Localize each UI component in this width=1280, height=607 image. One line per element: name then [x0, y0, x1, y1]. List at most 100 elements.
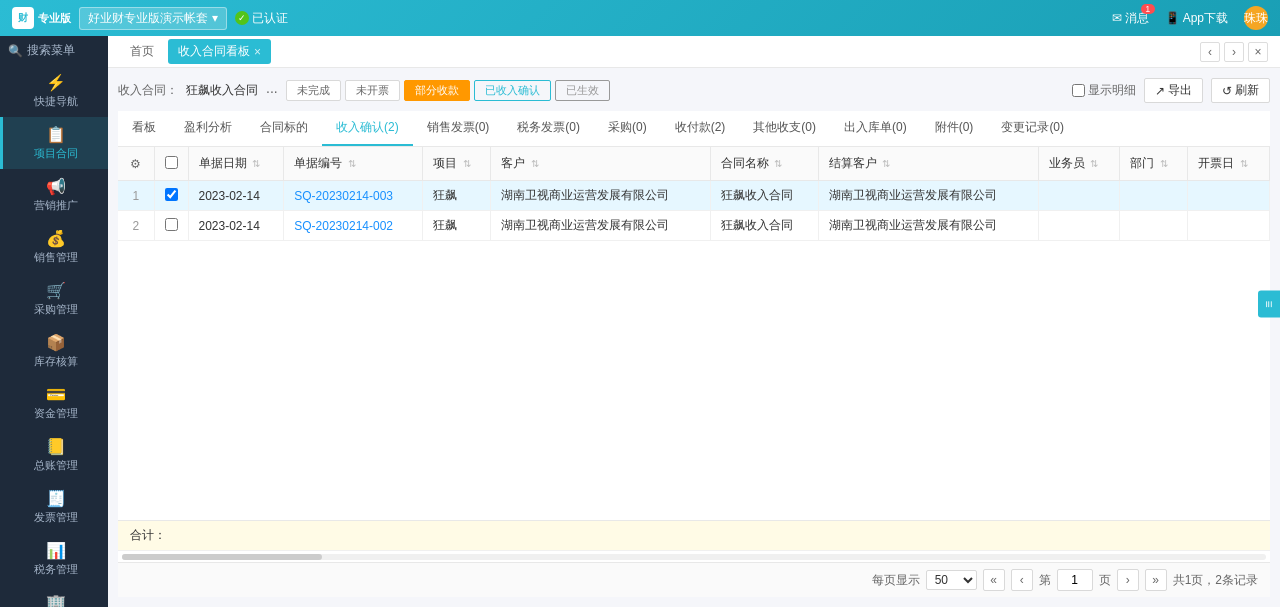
scroll-area [118, 550, 1270, 562]
sort-icon: ⇅ [1240, 158, 1248, 169]
user-avatar-button[interactable]: 珠珠 [1244, 6, 1268, 30]
tab-purchase[interactable]: 采购(0) [594, 111, 661, 146]
top-bar-right: ✉ 1 消息 📱 App下载 珠珠 [1112, 6, 1268, 30]
nav-tab-label: 收入合同看板 [178, 43, 250, 60]
tab-attachments[interactable]: 附件(0) [921, 111, 988, 146]
salesperson-cell [1038, 211, 1120, 241]
bill-no-column-header: 单据编号 ⇅ [284, 147, 423, 181]
marketing-icon: 📢 [46, 177, 66, 196]
page-number-input[interactable] [1057, 569, 1093, 591]
scroll-thumb[interactable] [122, 554, 322, 560]
nav-back-button[interactable]: ‹ [1200, 42, 1220, 62]
status-incomplete-button[interactable]: 未完成 [286, 80, 341, 101]
sales-icon: 💰 [46, 229, 66, 248]
tab-home[interactable]: 首页 [120, 39, 164, 64]
salesperson-column-header: 业务员 ⇅ [1038, 147, 1120, 181]
row-checkbox[interactable] [165, 218, 178, 231]
project-cell: 狂飙 [423, 211, 491, 241]
sidebar-item-purchase[interactable]: 🛒 采购管理 [0, 273, 108, 325]
last-page-button[interactable]: » [1145, 569, 1167, 591]
close-tab-icon[interactable]: × [254, 45, 261, 59]
chevron-down-icon: ▾ [212, 11, 218, 25]
scroll-track [122, 554, 1266, 560]
tab-profit-analysis[interactable]: 盈利分析 [170, 111, 246, 146]
tax-icon: 📊 [46, 541, 66, 560]
tab-tax-invoice[interactable]: 税务发票(0) [503, 111, 594, 146]
nav-forward-button[interactable]: › [1224, 42, 1244, 62]
data-table: ⚙ 单据日期 ⇅ 单据编号 ⇅ [118, 147, 1270, 241]
tab-kanban[interactable]: 看板 [118, 111, 170, 146]
nav-tabs-bar: 首页 收入合同看板 × ‹ › × [108, 36, 1280, 68]
sidebar-item-tax[interactable]: 📊 税务管理 [0, 533, 108, 585]
department-cell [1120, 181, 1188, 211]
total-label: 合计： [130, 527, 166, 544]
table-container: ⚙ 单据日期 ⇅ 单据编号 ⇅ [118, 147, 1270, 520]
tab-warehouse[interactable]: 出入库单(0) [830, 111, 921, 146]
sort-icon: ⇅ [252, 158, 260, 169]
status-revenue-confirmed-button[interactable]: 已收入确认 [474, 80, 551, 101]
sidebar-item-label: 营销推广 [34, 198, 78, 213]
refresh-button[interactable]: ↺ 刷新 [1211, 78, 1270, 103]
message-icon: ✉ [1112, 11, 1122, 25]
next-page-button[interactable]: › [1117, 569, 1139, 591]
gear-icon[interactable]: ⚙ [130, 157, 141, 171]
select-all-checkbox[interactable] [165, 156, 178, 169]
message-button[interactable]: ✉ 1 消息 [1112, 10, 1149, 27]
show-detail-checkbox[interactable] [1072, 84, 1085, 97]
status-uninvoiced-button[interactable]: 未开票 [345, 80, 400, 101]
top-bar: 财 专业版 好业财专业版演示帐套 ▾ 已认证 ✉ 1 消息 📱 App下载 珠珠 [0, 0, 1280, 36]
app-download-button[interactable]: 📱 App下载 [1165, 10, 1228, 27]
tab-payment[interactable]: 收付款(2) [661, 111, 740, 146]
sort-icon: ⇅ [882, 158, 890, 169]
fund-icon: 💳 [46, 385, 66, 404]
contract-title: 收入合同： 狂飙收入合同 ··· 未完成 未开票 部分收款 已收入确认 已生效 [118, 80, 610, 101]
app-logo: 财 专业版 [12, 7, 71, 29]
bill-no-link[interactable]: SQ-20230214-002 [294, 219, 393, 233]
sidebar-item-label: 资金管理 [34, 406, 78, 421]
tab-contract-subject[interactable]: 合同标的 [246, 111, 322, 146]
date-column-header: 单据日期 ⇅ [188, 147, 284, 181]
fixed-assets-icon: 🏢 [46, 593, 66, 607]
sidebar-item-general-ledger[interactable]: 📒 总账管理 [0, 429, 108, 481]
app-logo-icon: 财 [12, 7, 34, 29]
company-selector[interactable]: 好业财专业版演示帐套 ▾ [79, 7, 227, 30]
tab-other-income[interactable]: 其他收支(0) [739, 111, 830, 146]
sidebar-item-label: 发票管理 [34, 510, 78, 525]
sidebar-item-sales[interactable]: 💰 销售管理 [0, 221, 108, 273]
per-page-select[interactable]: 50 100 200 [926, 570, 977, 590]
main-tabs: 看板 盈利分析 合同标的 收入确认(2) 销售发票(0) 税务发票(0) [118, 111, 1270, 147]
nav-close-button[interactable]: × [1248, 42, 1268, 62]
bill-no-link[interactable]: SQ-20230214-003 [294, 189, 393, 203]
app-download-label: App下载 [1183, 10, 1228, 27]
tab-revenue-confirm[interactable]: 收入确认(2) [322, 111, 413, 146]
row-checkbox[interactable] [165, 188, 178, 201]
contract-name-cell: 狂飙收入合同 [710, 211, 818, 241]
first-page-button[interactable]: « [983, 569, 1005, 591]
sidebar-item-quick-nav[interactable]: ⚡ 快捷导航 [0, 65, 108, 117]
search-menu-item[interactable]: 🔍 搜索菜单 [0, 36, 108, 65]
prev-page-button[interactable]: ‹ [1011, 569, 1033, 591]
page-text: 第 [1039, 572, 1051, 589]
tab-contract-board[interactable]: 收入合同看板 × [168, 39, 271, 64]
sidebar-item-invoice[interactable]: 🧾 发票管理 [0, 481, 108, 533]
quick-nav-icon: ⚡ [46, 73, 66, 92]
sidebar-item-inventory[interactable]: 📦 库存核算 [0, 325, 108, 377]
table-row[interactable]: 1 2023-02-14 SQ-20230214-003 狂飙 湖南卫视商业运营… [118, 181, 1270, 211]
export-button[interactable]: ↗ 导出 [1144, 78, 1203, 103]
row-num-cell: 2 [118, 211, 154, 241]
sidebar-item-fixed-assets[interactable]: 🏢 固定资产 [0, 585, 108, 607]
total-info: 共1页，2条记录 [1173, 572, 1258, 589]
nav-arrows: ‹ › × [1200, 42, 1268, 62]
sidebar-item-fund[interactable]: 💳 资金管理 [0, 377, 108, 429]
status-effective-button[interactable]: 已生效 [555, 80, 610, 101]
right-float-button[interactable]: ≡ [1258, 290, 1280, 317]
tab-sales-invoice[interactable]: 销售发票(0) [413, 111, 504, 146]
status-partial-payment-button[interactable]: 部分收款 [404, 80, 470, 101]
sidebar-item-marketing[interactable]: 📢 营销推广 [0, 169, 108, 221]
table-row[interactable]: 2 2023-02-14 SQ-20230214-002 狂飙 湖南卫视商业运营… [118, 211, 1270, 241]
sidebar-item-project-contract[interactable]: 📋 项目合同 [0, 117, 108, 169]
tab-change-log[interactable]: 变更记录(0) [987, 111, 1078, 146]
more-options-icon[interactable]: ··· [266, 83, 278, 99]
sort-icon: ⇅ [348, 158, 356, 169]
bill-no-cell: SQ-20230214-003 [284, 181, 423, 211]
